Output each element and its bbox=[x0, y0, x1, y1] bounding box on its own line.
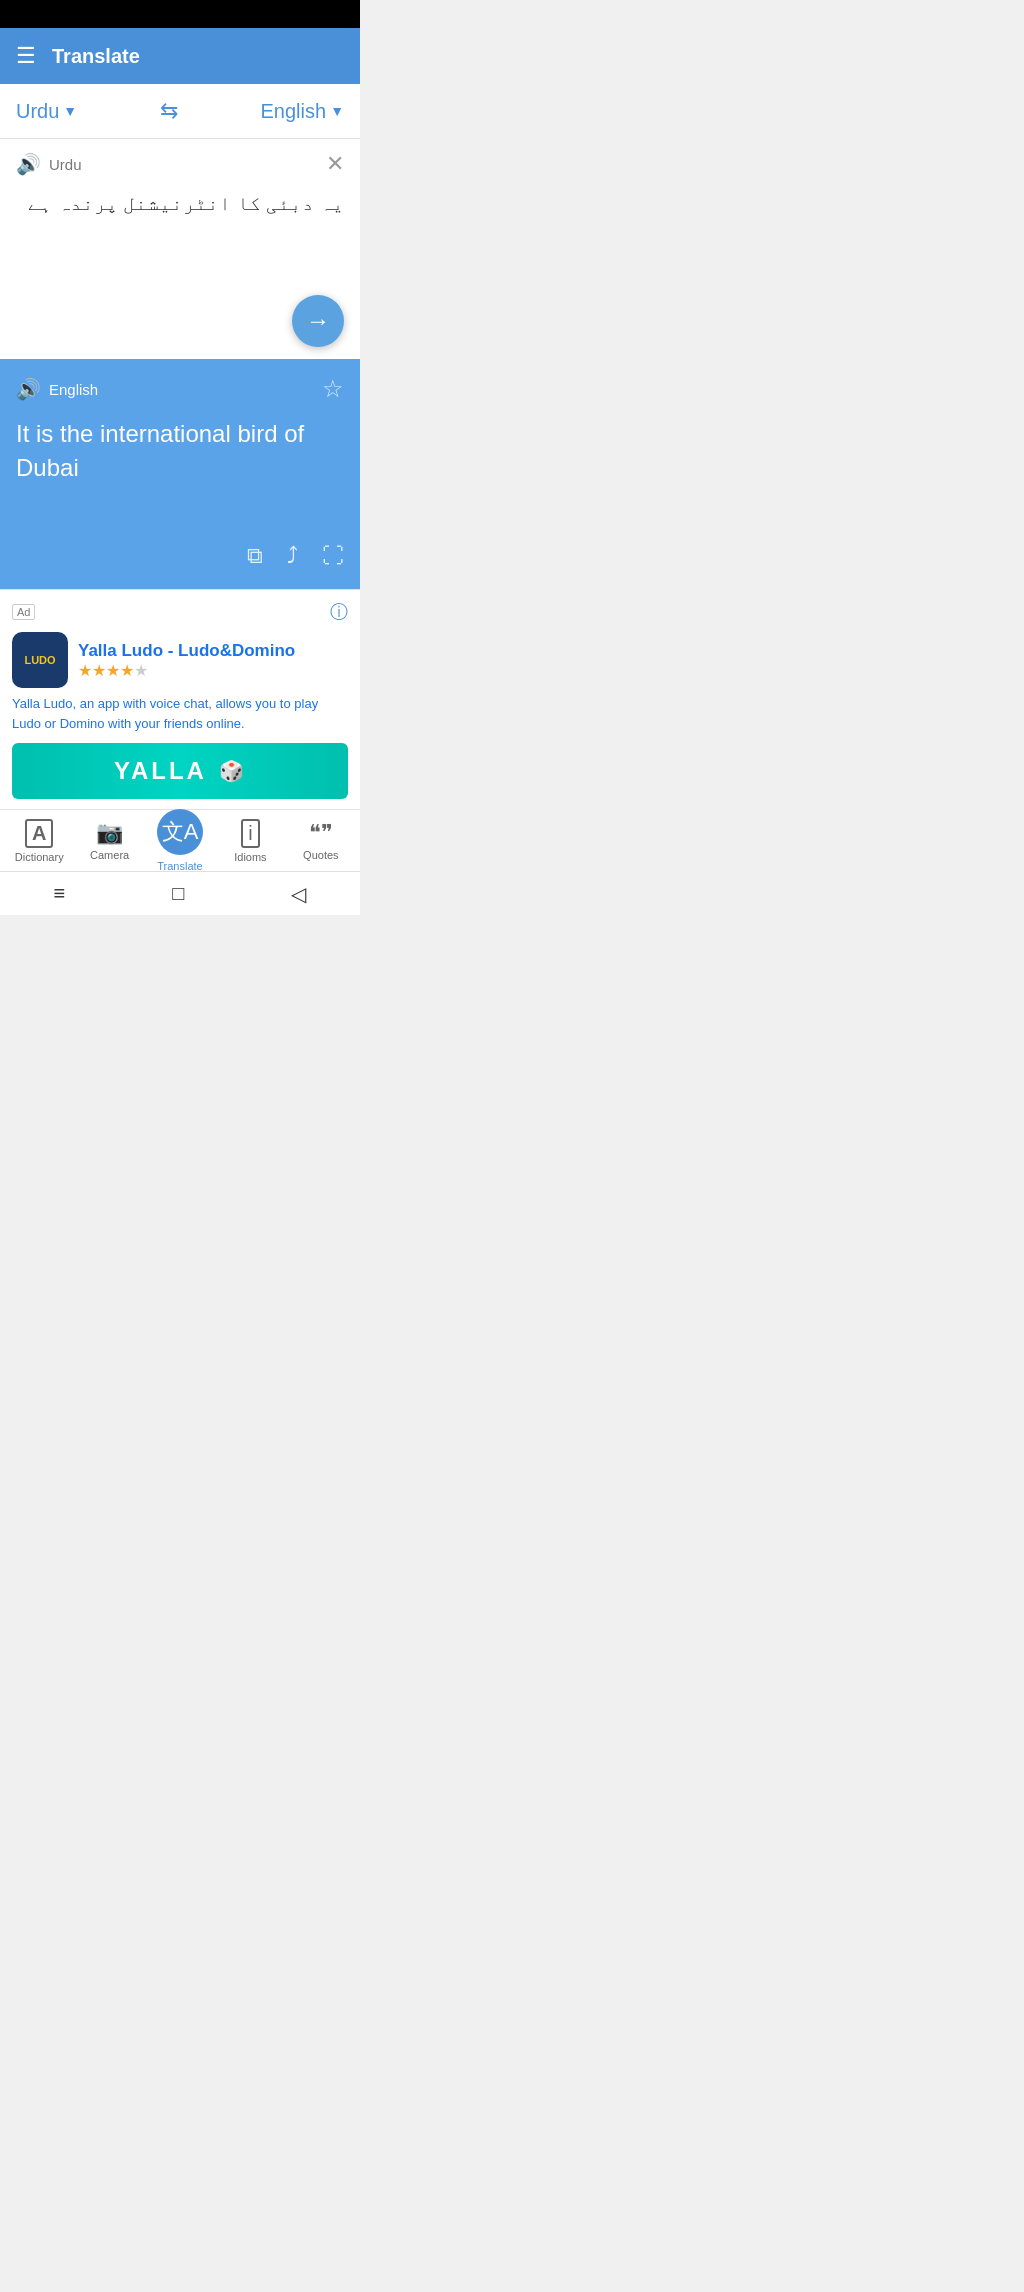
camera-label: Camera bbox=[90, 849, 129, 861]
ad-description: Yalla Ludo, an app with voice chat, allo… bbox=[12, 694, 348, 733]
fullscreen-button[interactable]: ⛶ bbox=[322, 543, 344, 569]
output-area: 🔊 English ☆ It is the international bird… bbox=[0, 359, 360, 589]
favorite-button[interactable]: ☆ bbox=[322, 375, 344, 403]
ad-app-name: Yalla Ludo - Ludo&Domino bbox=[78, 641, 295, 661]
quotes-icon: ❝❞ bbox=[309, 820, 333, 846]
ad-label: Ad bbox=[12, 604, 35, 620]
camera-icon: 📷 bbox=[96, 820, 123, 846]
source-header: 🔊 Urdu ✕ bbox=[16, 151, 344, 177]
clear-button[interactable]: ✕ bbox=[326, 151, 344, 177]
ad-label-row: Ad ⓘ bbox=[12, 600, 348, 624]
ad-banner[interactable]: YALLA 🎲 bbox=[12, 743, 348, 799]
swap-icon: ⇆ bbox=[160, 98, 178, 124]
ad-app-row[interactable]: LUDO Yalla Ludo - Ludo&Domino ★★★★★ bbox=[12, 632, 348, 688]
ad-content: LUDO Yalla Ludo - Ludo&Domino ★★★★★ Yall… bbox=[12, 632, 348, 799]
output-actions: ⧉ ⤴ ⛶ bbox=[247, 543, 344, 569]
output-lang-label: 🔊 English bbox=[16, 377, 98, 401]
toolbar: ☰ Translate bbox=[0, 28, 360, 84]
source-language-text: Urdu bbox=[49, 156, 82, 173]
source-text: یہ دبئی کا انٹرنیشنل پرندہ ہے bbox=[16, 187, 344, 219]
source-language-button[interactable]: Urdu ▼ bbox=[16, 100, 77, 123]
menu-icon[interactable]: ☰ bbox=[16, 43, 36, 69]
share-button[interactable]: ⤴ bbox=[287, 543, 298, 569]
output-language-text: English bbox=[49, 381, 98, 398]
system-back-button[interactable]: ◁ bbox=[291, 882, 306, 906]
system-menu-button[interactable]: ≡ bbox=[54, 882, 66, 905]
system-navigation: ≡ □ ◁ bbox=[0, 871, 360, 915]
language-row: Urdu ▼ ⇆ English ▼ bbox=[0, 84, 360, 139]
dictionary-icon: A bbox=[25, 819, 53, 848]
dictionary-label: Dictionary bbox=[15, 851, 64, 863]
nav-item-dictionary[interactable]: A Dictionary bbox=[4, 819, 74, 863]
ad-banner-text: YALLA bbox=[114, 757, 207, 785]
idioms-label: Idioms bbox=[234, 851, 266, 863]
translate-button[interactable]: → bbox=[292, 295, 344, 347]
bottom-navigation: A Dictionary 📷 Camera 文A Translate i Idi… bbox=[0, 809, 360, 871]
output-header: 🔊 English ☆ bbox=[16, 375, 344, 403]
translate-arrow-icon: → bbox=[306, 307, 330, 335]
system-home-button[interactable]: □ bbox=[172, 882, 184, 905]
nav-item-idioms[interactable]: i Idioms bbox=[215, 819, 285, 863]
copy-button[interactable]: ⧉ bbox=[247, 543, 263, 569]
target-language-button[interactable]: English ▼ bbox=[261, 100, 344, 123]
target-language-label: English bbox=[261, 100, 327, 123]
status-bar bbox=[0, 0, 360, 28]
idioms-icon: i bbox=[241, 819, 259, 848]
nav-item-translate[interactable]: 文A Translate bbox=[145, 809, 215, 872]
output-speaker-icon[interactable]: 🔊 bbox=[16, 377, 41, 401]
output-text: It is the international bird of Dubai bbox=[16, 417, 344, 484]
ad-info-icon[interactable]: ⓘ bbox=[330, 600, 348, 624]
source-speaker-icon[interactable]: 🔊 bbox=[16, 152, 41, 176]
ad-app-info: Yalla Ludo - Ludo&Domino ★★★★★ bbox=[78, 641, 295, 680]
source-language-label: Urdu bbox=[16, 100, 59, 123]
translate-nav-icon: 文A bbox=[157, 809, 203, 855]
nav-item-camera[interactable]: 📷 Camera bbox=[74, 820, 144, 861]
source-lang-label: 🔊 Urdu bbox=[16, 152, 82, 176]
ad-banner-decoration: 🎲 bbox=[219, 759, 246, 783]
ad-app-icon: LUDO bbox=[12, 632, 68, 688]
toolbar-title: Translate bbox=[52, 45, 140, 68]
source-language-dropdown-icon: ▼ bbox=[63, 103, 77, 119]
source-area[interactable]: 🔊 Urdu ✕ یہ دبئی کا انٹرنیشنل پرندہ ہے → bbox=[0, 139, 360, 359]
swap-language-button[interactable]: ⇆ bbox=[160, 98, 178, 124]
translate-label: Translate bbox=[157, 860, 202, 872]
ad-section: Ad ⓘ LUDO Yalla Ludo - Ludo&Domino ★★★★★… bbox=[0, 589, 360, 809]
target-language-dropdown-icon: ▼ bbox=[330, 103, 344, 119]
quotes-label: Quotes bbox=[303, 849, 338, 861]
nav-item-quotes[interactable]: ❝❞ Quotes bbox=[286, 820, 356, 861]
ad-stars: ★★★★★ bbox=[78, 661, 295, 680]
